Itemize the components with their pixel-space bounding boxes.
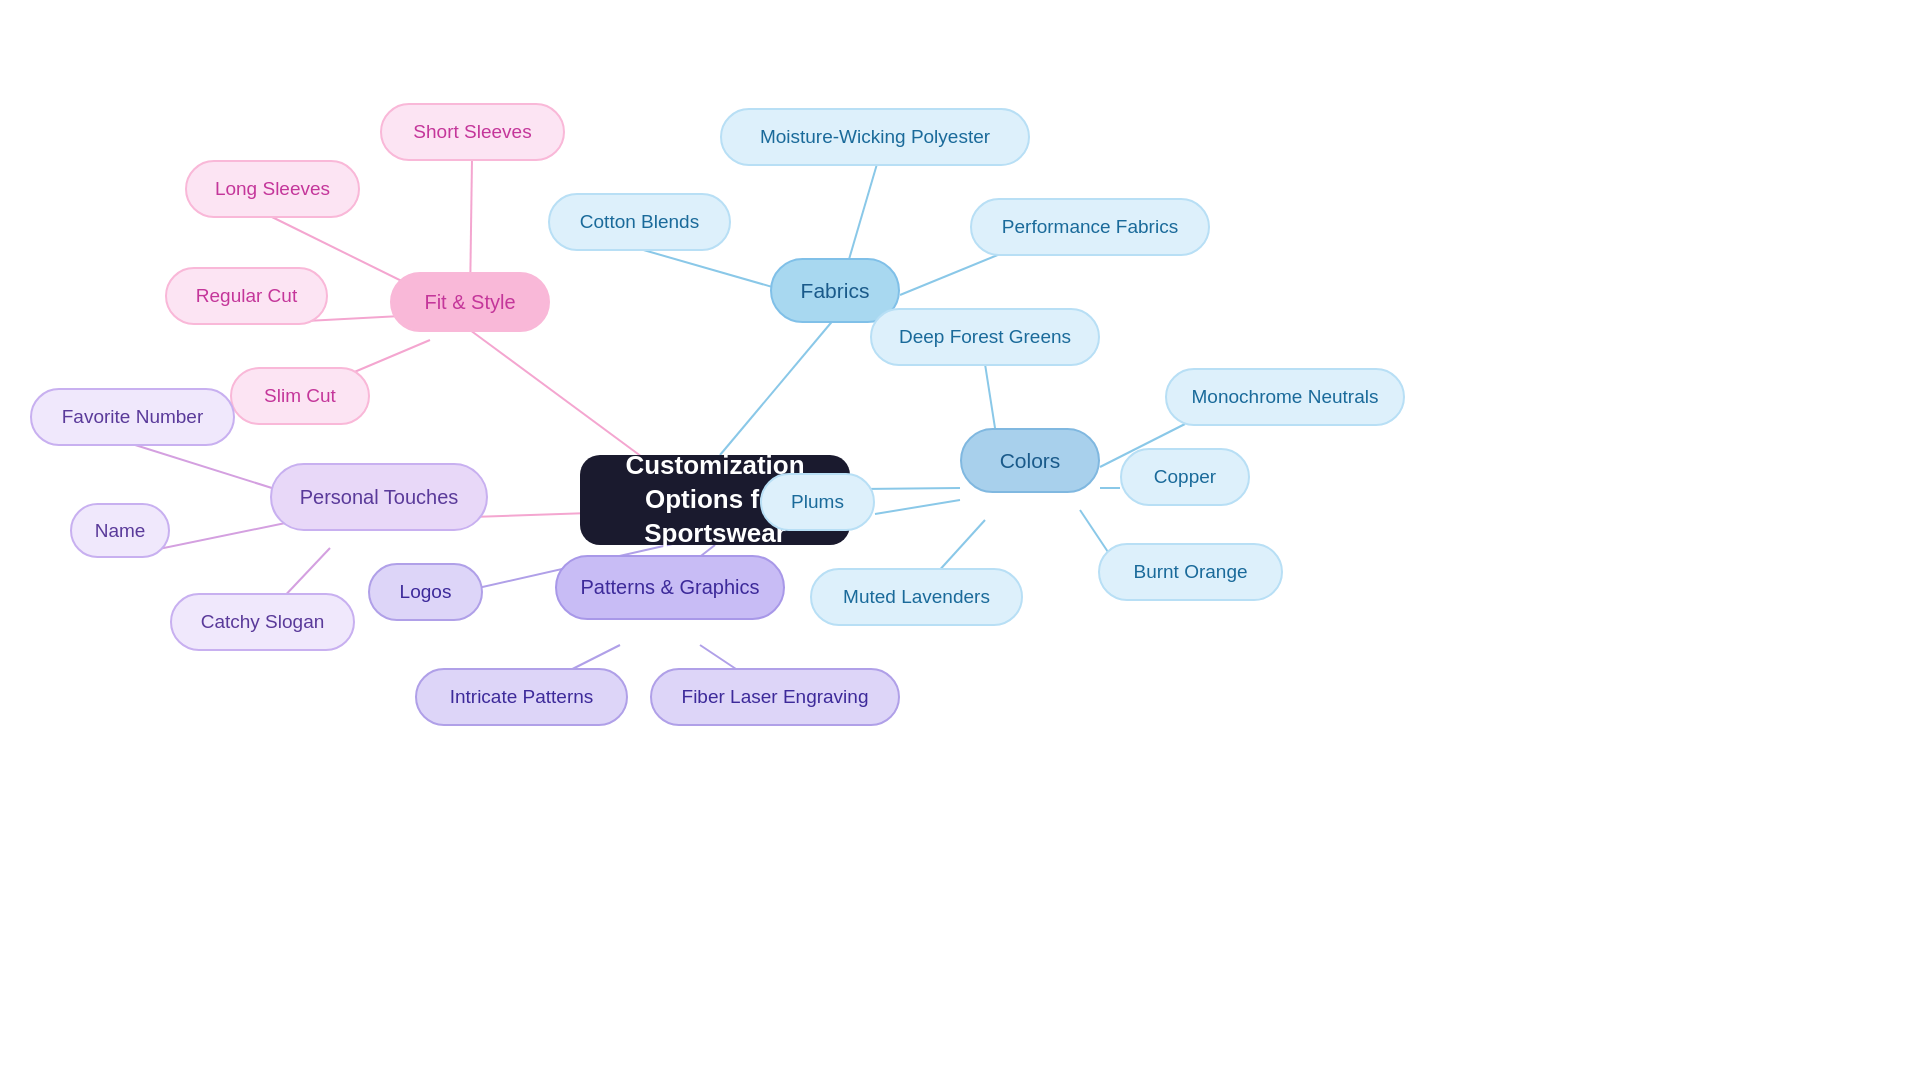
node-fit-style[interactable]: Fit & Style	[390, 272, 550, 332]
node-long-sleeves[interactable]: Long Sleeves	[185, 160, 360, 218]
node-deep-forest-greens[interactable]: Deep Forest Greens	[870, 308, 1100, 366]
node-monochrome-neutrals[interactable]: Monochrome Neutrals	[1165, 368, 1405, 426]
node-moisture-wicking[interactable]: Moisture-Wicking Polyester	[720, 108, 1030, 166]
node-slim-cut[interactable]: Slim Cut	[230, 367, 370, 425]
node-performance-fabrics[interactable]: Performance Fabrics	[970, 198, 1210, 256]
node-patterns-graphics[interactable]: Patterns & Graphics	[555, 555, 785, 620]
node-regular-cut[interactable]: Regular Cut	[165, 267, 328, 325]
node-fiber-laser[interactable]: Fiber Laser Engraving	[650, 668, 900, 726]
svg-line-13	[720, 318, 835, 455]
node-catchy-slogan[interactable]: Catchy Slogan	[170, 593, 355, 651]
node-muted-lavenders[interactable]: Muted Lavenders	[810, 568, 1023, 626]
node-colors[interactable]: Colors	[960, 428, 1100, 493]
node-cotton-blends[interactable]: Cotton Blends	[548, 193, 731, 251]
node-short-sleeves[interactable]: Short Sleeves	[380, 103, 565, 161]
node-name[interactable]: Name	[70, 503, 170, 558]
node-favorite-number[interactable]: Favorite Number	[30, 388, 235, 446]
svg-line-16	[900, 254, 1000, 295]
node-logos[interactable]: Logos	[368, 563, 483, 621]
svg-line-22	[875, 500, 960, 514]
node-plums[interactable]: Plums	[760, 473, 875, 531]
node-copper[interactable]: Copper	[1120, 448, 1250, 506]
node-intricate-patterns[interactable]: Intricate Patterns	[415, 668, 628, 726]
node-burnt-orange[interactable]: Burnt Orange	[1098, 543, 1283, 601]
node-personal-touches[interactable]: Personal Touches	[270, 463, 488, 531]
